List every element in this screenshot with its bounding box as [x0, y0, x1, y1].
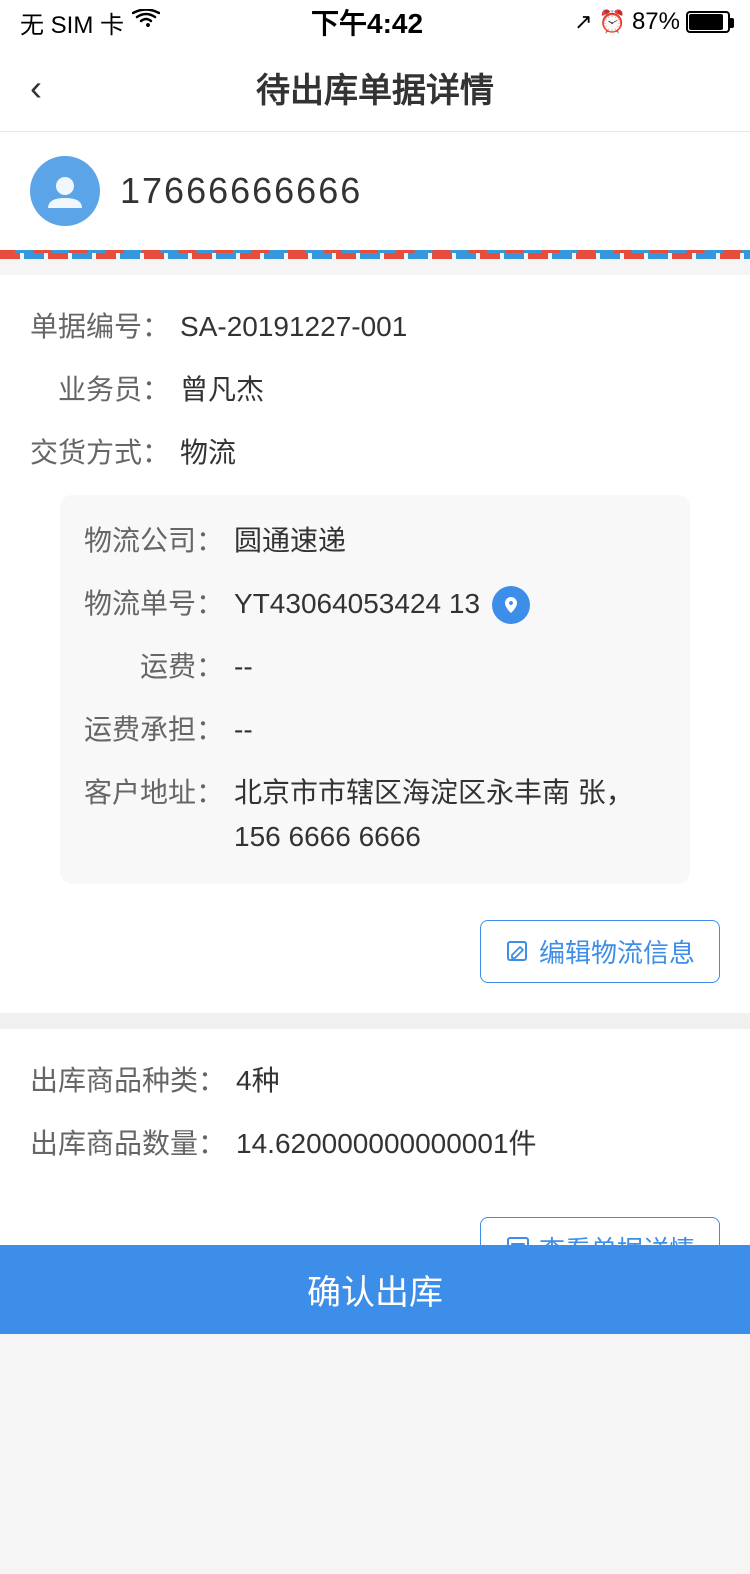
page-title: 待出库单据详情 [256, 63, 494, 112]
freight-bearer-value: -- [224, 708, 666, 753]
back-button[interactable]: ‹ [30, 67, 42, 109]
logistics-company-value: 圆通速递 [224, 519, 666, 564]
logistics-card: 物流公司： 圆通速递 物流单号： YT43064053424 13 运费： -- [60, 495, 690, 884]
freight-bearer-row: 运费承担： -- [84, 708, 666, 753]
edit-icon [505, 939, 531, 965]
goods-types-label: 出库商品种类： [30, 1059, 226, 1104]
tracking-number-value: YT43064053424 13 [224, 582, 666, 627]
freight-bearer-label: 运费承担： [84, 708, 224, 753]
edit-logistics-button[interactable]: 编辑物流信息 [480, 920, 720, 983]
doc-number-row: 单据编号： SA-20191227-001 [30, 305, 720, 350]
freight-row: 运费： -- [84, 645, 666, 690]
status-right: ↗ ⏰ 87% [574, 8, 730, 36]
address-label: 客户地址： [84, 771, 224, 816]
wifi-icon [132, 8, 160, 36]
goods-quantity-label: 出库商品数量： [30, 1122, 226, 1167]
freight-label: 运费： [84, 645, 224, 690]
tracking-number-label: 物流单号： [84, 582, 224, 627]
tracking-number-row: 物流单号： YT43064053424 13 [84, 582, 666, 627]
goods-section: 出库商品种类： 4种 出库商品数量： 14.620000000000001件 [0, 1029, 750, 1201]
location-icon: ↗ [574, 9, 592, 35]
goods-quantity-value: 14.620000000000001件 [226, 1122, 720, 1167]
user-phone: 17666666666 [120, 170, 362, 212]
sales-person-value: 曾凡杰 [170, 368, 720, 413]
doc-info-section: 单据编号： SA-20191227-001 业务员： 曾凡杰 交货方式： 物流 … [0, 275, 750, 1013]
status-bar: 无 SIM 卡 下午4:42 ↗ ⏰ 87% [0, 0, 750, 44]
delivery-method-row: 交货方式： 物流 [30, 431, 720, 476]
dashed-separator [0, 253, 750, 259]
confirm-btn-wrap: 确认出库 [0, 1245, 750, 1334]
goods-types-value: 4种 [226, 1059, 720, 1104]
sales-person-label: 业务员： [30, 368, 170, 413]
confirm-outbound-button[interactable]: 确认出库 [0, 1265, 750, 1314]
edit-logistics-row: 编辑物流信息 [30, 904, 720, 983]
status-time: 下午4:42 [311, 2, 423, 42]
goods-quantity-row: 出库商品数量： 14.620000000000001件 [30, 1122, 720, 1167]
status-left: 无 SIM 卡 [20, 5, 160, 40]
user-header: 17666666666 [0, 132, 750, 253]
logistics-company-label: 物流公司： [84, 519, 224, 564]
goods-types-row: 出库商品种类： 4种 [30, 1059, 720, 1104]
address-value: 北京市市辖区海淀区永丰南 张，156 6666 6666 [224, 771, 666, 861]
track-icon[interactable] [492, 586, 530, 624]
doc-number-value: SA-20191227-001 [170, 305, 720, 350]
freight-value: -- [224, 645, 666, 690]
section-divider [0, 1013, 750, 1029]
logistics-company-row: 物流公司： 圆通速递 [84, 519, 666, 564]
doc-number-label: 单据编号： [30, 305, 170, 350]
alarm-icon: ⏰ [599, 9, 626, 35]
nav-bar: ‹ 待出库单据详情 [0, 44, 750, 132]
sales-person-row: 业务员： 曾凡杰 [30, 368, 720, 413]
avatar [30, 156, 100, 226]
carrier-label: 无 SIM 卡 [20, 5, 124, 40]
address-row: 客户地址： 北京市市辖区海淀区永丰南 张，156 6666 6666 [84, 771, 666, 861]
delivery-method-label: 交货方式： [30, 431, 170, 476]
battery-percent: 87% [632, 8, 680, 36]
delivery-method-value: 物流 [170, 431, 720, 476]
battery-icon [686, 11, 730, 33]
